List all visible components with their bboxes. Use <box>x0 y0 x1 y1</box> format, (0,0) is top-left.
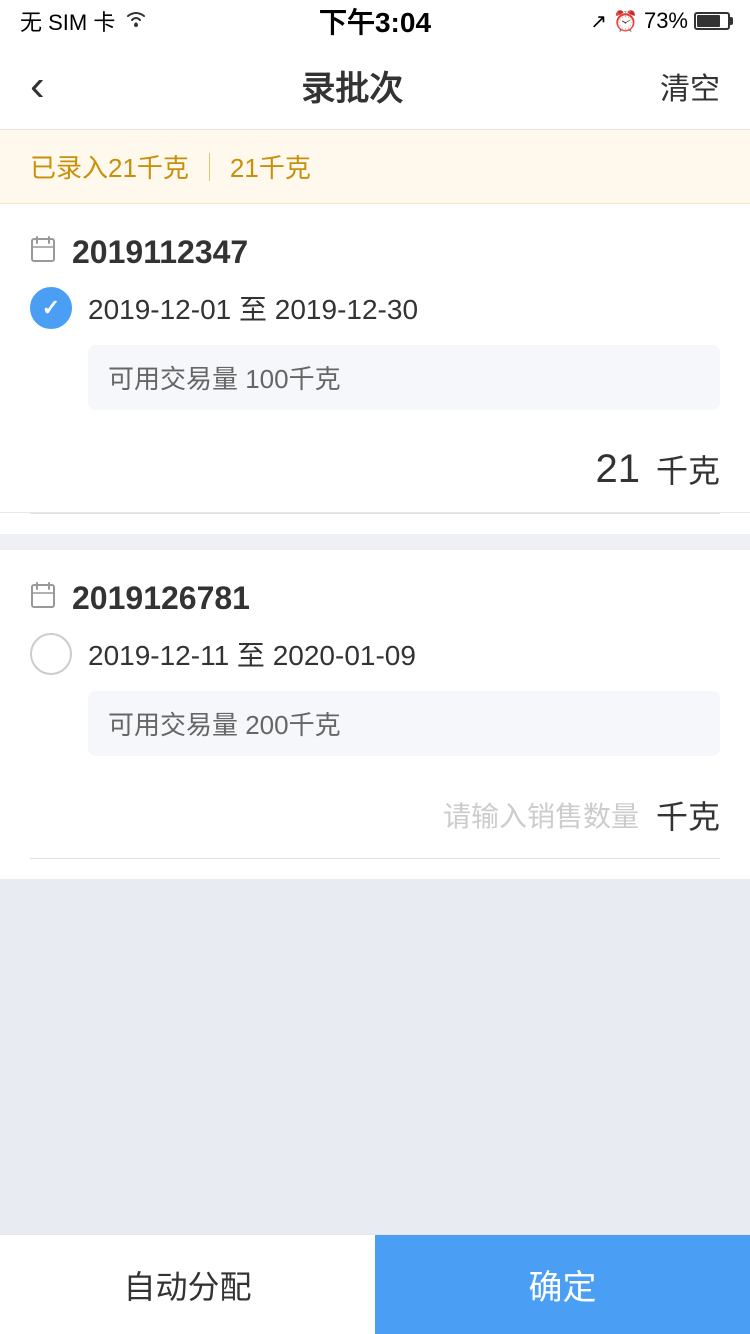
confirm-button[interactable]: 确定 <box>375 1235 750 1334</box>
batch-2-radio[interactable] <box>30 633 72 675</box>
batch-2-header-area: 2019126781 2019-12-11 至 2020-01-09 可用交易量… <box>0 550 750 776</box>
bottom-bar: 自动分配 确定 <box>0 1234 750 1334</box>
batch-1-id-row: 2019112347 <box>30 234 720 271</box>
batch-1-date-row: 2019-12-01 至 2019-12-30 <box>30 287 720 329</box>
alarm-icon: ⏰ <box>613 9 638 34</box>
auto-distribute-button[interactable]: 自动分配 <box>0 1235 375 1334</box>
batch-1-available: 可用交易量 100千克 <box>88 345 720 410</box>
batch-1-icon <box>30 235 60 271</box>
location-icon: ↗ <box>590 9 607 34</box>
page-title: 录批次 <box>301 61 403 110</box>
batch-2-date: 2019-12-11 至 2020-01-09 <box>88 634 416 674</box>
page-content: 已录入21千克 21千克 2019112347 2019-12-01 至 2 <box>0 130 750 1279</box>
batch-1-spacer <box>0 514 750 534</box>
nav-bar: ‹ 录批次 清空 <box>0 42 750 130</box>
status-time: 下午3:04 <box>319 1 431 41</box>
status-right: ↗ ⏰ 73% <box>590 8 730 34</box>
status-left: 无 SIM 卡 <box>20 5 149 37</box>
batch-1-radio[interactable] <box>30 287 72 329</box>
batch-2-qty-row: 请输入销售数量 千克 <box>0 776 750 858</box>
carrier-text: 无 SIM 卡 <box>20 5 115 37</box>
batch-2-icon <box>30 581 60 617</box>
wifi-icon <box>123 8 149 34</box>
battery-percent: 73% <box>644 8 688 34</box>
back-button[interactable]: ‹ <box>30 61 45 111</box>
total-label: 21千克 <box>230 148 311 185</box>
batch-2-id-row: 2019126781 <box>30 580 720 617</box>
batch-2-quantity-input[interactable] <box>639 793 640 838</box>
empty-area <box>0 879 750 1279</box>
batch-2-id: 2019126781 <box>72 580 250 617</box>
batch-1-header-area: 2019112347 2019-12-01 至 2019-12-30 可用交易量… <box>0 204 750 430</box>
batch-2-date-row: 2019-12-11 至 2020-01-09 <box>30 633 720 675</box>
batch-item-1: 2019112347 2019-12-01 至 2019-12-30 可用交易量… <box>0 204 750 534</box>
status-bar: 无 SIM 卡 下午3:04 ↗ ⏰ 73% <box>0 0 750 42</box>
batch-1-date: 2019-12-01 至 2019-12-30 <box>88 288 418 328</box>
summary-divider <box>209 153 210 181</box>
recorded-label: 已录入21千克 <box>30 148 189 185</box>
batch-2-available: 可用交易量 200千克 <box>88 691 720 756</box>
batch-1-quantity-input[interactable] <box>540 447 640 492</box>
summary-bar: 已录入21千克 21千克 <box>0 130 750 204</box>
batch-1-unit: 千克 <box>656 446 720 492</box>
batch-2-unit: 千克 <box>656 792 720 838</box>
batch-1-qty-row: 千克 <box>0 430 750 513</box>
batch-1-id: 2019112347 <box>72 234 248 271</box>
batch-2-spacer <box>0 859 750 879</box>
section-separator-1 <box>0 534 750 550</box>
clear-button[interactable]: 清空 <box>660 64 720 108</box>
batch-item-2: 2019126781 2019-12-11 至 2020-01-09 可用交易量… <box>0 550 750 879</box>
batch-2-placeholder: 请输入销售数量 <box>443 795 639 835</box>
battery-icon <box>694 12 730 30</box>
